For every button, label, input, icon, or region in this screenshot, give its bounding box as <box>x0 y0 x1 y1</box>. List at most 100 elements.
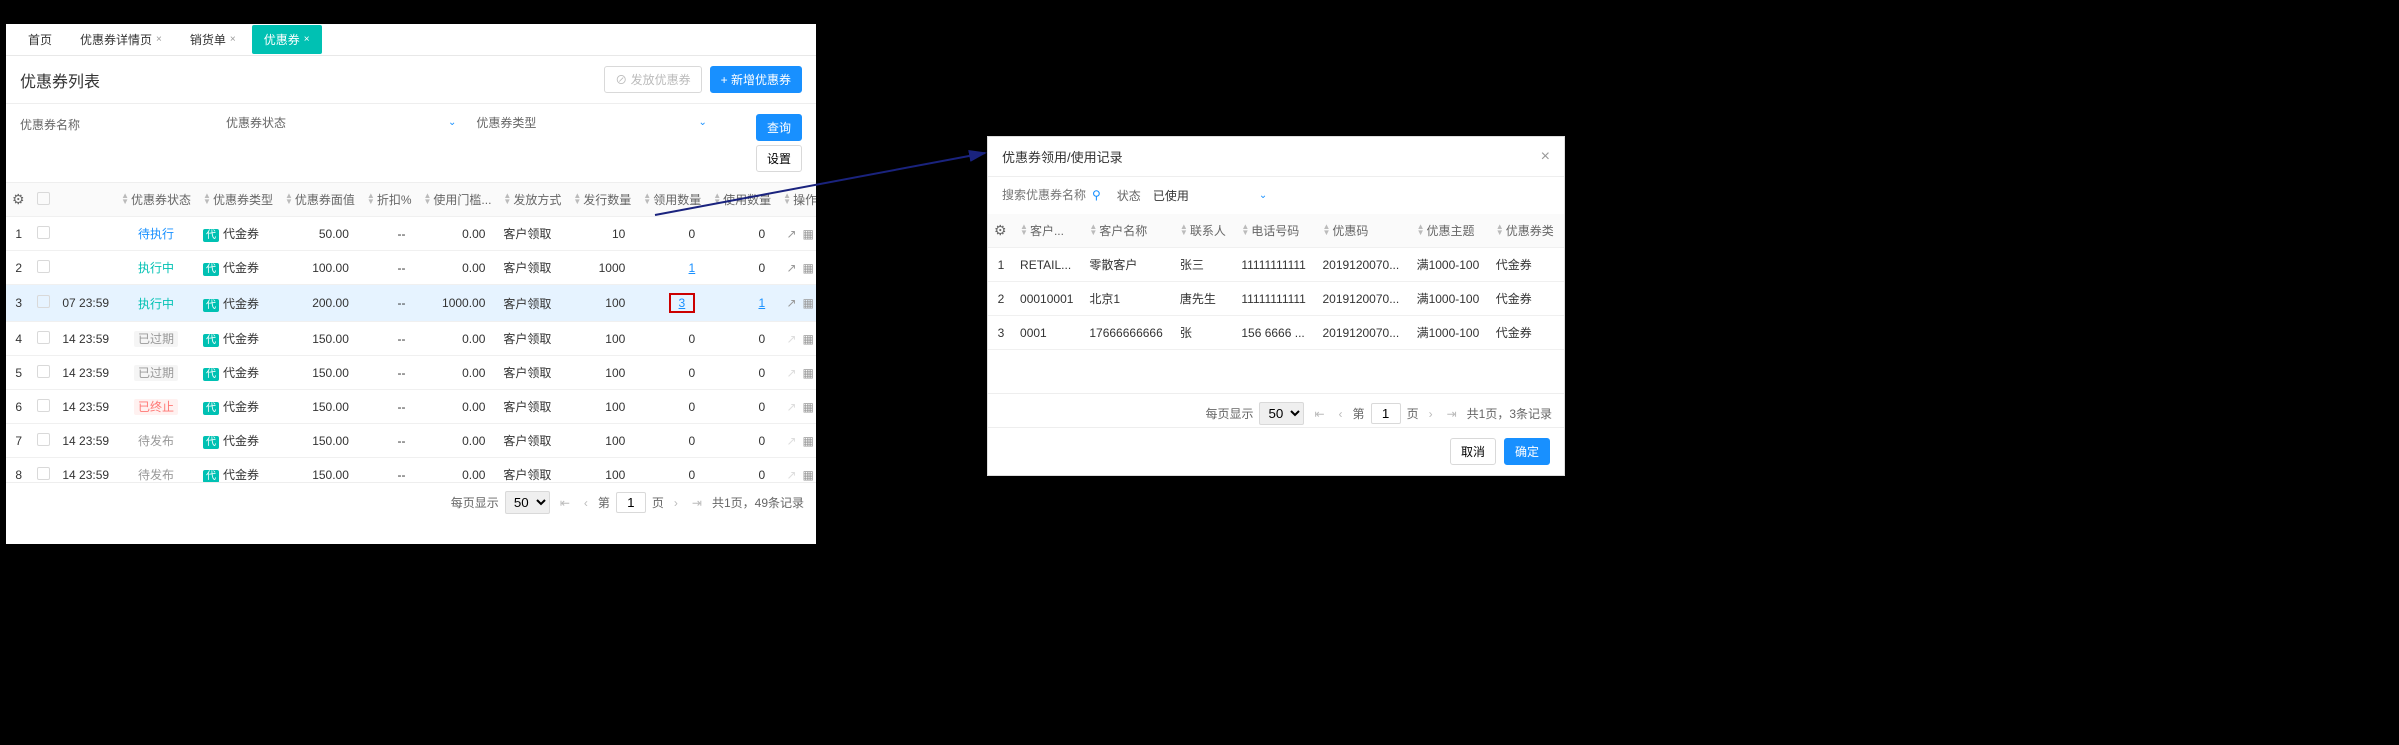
table-row[interactable]: 200010001北京1唐先生111111111112019120070...满… <box>988 282 1564 316</box>
col-header[interactable]: ⚙ <box>6 183 31 217</box>
table-row[interactable]: 714 23:59待发布代代金券150.00--0.00客户领取10000↗▦ <box>6 424 816 458</box>
tab-首页[interactable]: 首页 <box>16 25 64 54</box>
col-header[interactable]: ▲▼客户名称 <box>1083 214 1174 248</box>
table-row[interactable]: 307 23:59执行中代代金券200.00--1000.00客户领取10031… <box>6 285 816 322</box>
last-page-button[interactable]: ⇥ <box>688 496 706 510</box>
sort-icon[interactable]: ▲▼ <box>121 193 129 205</box>
col-header[interactable]: ▲▼优惠券状态 <box>115 183 197 217</box>
share-icon[interactable]: ↗ <box>786 400 796 414</box>
table-row[interactable]: 814 23:59待发布代代金券150.00--0.00客户领取10000↗▦ <box>6 458 816 483</box>
qrcode-icon[interactable]: ▦ <box>803 332 814 346</box>
sort-icon[interactable]: ▲▼ <box>423 193 431 205</box>
confirm-button[interactable]: 确定 <box>1504 438 1550 465</box>
row-checkbox[interactable] <box>37 399 50 412</box>
share-icon[interactable]: ↗ <box>786 434 796 448</box>
table-row[interactable]: 3000117666666666张156 6666 ...2019120070.… <box>988 316 1564 350</box>
col-header[interactable]: ▲▼发放方式 <box>497 183 567 217</box>
qrcode-icon[interactable]: ▦ <box>803 468 814 482</box>
col-header[interactable]: ▲▼折扣% <box>361 183 418 217</box>
sort-icon[interactable]: ▲▼ <box>1496 224 1504 236</box>
search-icon[interactable]: ⚲ <box>1092 188 1101 202</box>
first-page-button[interactable]: ⇤ <box>1310 407 1328 421</box>
sort-icon[interactable]: ▲▼ <box>783 193 791 205</box>
row-checkbox[interactable] <box>37 331 50 344</box>
cancel-button[interactable]: 取消 <box>1450 438 1496 465</box>
tab-优惠券详情页[interactable]: 优惠券详情页× <box>68 25 174 54</box>
sort-icon[interactable]: ▲▼ <box>203 193 211 205</box>
claim-count-link[interactable]: 1 <box>689 261 696 275</box>
col-header[interactable]: ⚙ <box>988 214 1014 248</box>
share-icon[interactable]: ↗ <box>786 227 796 241</box>
query-button[interactable]: 查询 <box>756 114 802 141</box>
row-checkbox[interactable] <box>37 467 50 480</box>
share-icon[interactable]: ↗ <box>786 332 796 346</box>
first-page-button[interactable]: ⇤ <box>556 496 574 510</box>
col-header[interactable]: ▲▼优惠券类型 <box>197 183 279 217</box>
sort-icon[interactable]: ▲▼ <box>503 193 511 205</box>
qrcode-icon[interactable]: ▦ <box>803 261 814 275</box>
filter-status-select[interactable] <box>292 121 442 125</box>
dialog-page-input[interactable] <box>1371 403 1401 424</box>
qrcode-icon[interactable]: ▦ <box>803 227 814 241</box>
col-header[interactable]: ▲▼优惠券类 <box>1490 214 1564 248</box>
qrcode-icon[interactable]: ▦ <box>803 296 814 310</box>
sort-icon[interactable]: ▲▼ <box>367 193 375 205</box>
qrcode-icon[interactable]: ▦ <box>803 366 814 380</box>
col-header[interactable]: ▲▼客户... <box>1014 214 1083 248</box>
col-header[interactable]: ▲▼优惠主题 <box>1411 214 1490 248</box>
next-page-button[interactable]: › <box>670 496 682 510</box>
prev-page-button[interactable]: ‹ <box>1335 407 1347 421</box>
sort-icon[interactable]: ▲▼ <box>1089 224 1097 236</box>
sort-icon[interactable]: ▲▼ <box>1180 224 1188 236</box>
col-header[interactable]: ▲▼联系人 <box>1174 214 1235 248</box>
sort-icon[interactable]: ▲▼ <box>713 193 721 205</box>
row-checkbox[interactable] <box>37 260 50 273</box>
share-icon[interactable]: ↗ <box>786 296 796 310</box>
last-page-button[interactable]: ⇥ <box>1443 407 1461 421</box>
dialog-per-page-select[interactable]: 50 <box>1259 402 1304 425</box>
share-icon[interactable]: ↗ <box>786 468 796 482</box>
page-input[interactable] <box>616 492 646 513</box>
gear-icon[interactable]: ⚙ <box>12 191 25 207</box>
row-checkbox[interactable] <box>37 433 50 446</box>
distribute-coupon-button[interactable]: ⊘ 发放优惠券 <box>604 66 701 93</box>
col-header[interactable]: ▲▼使用数量 <box>707 183 777 217</box>
settings-button[interactable]: 设置 <box>756 145 802 172</box>
col-header[interactable]: ▲▼领用数量 <box>637 183 707 217</box>
table-row[interactable]: 514 23:59已过期代代金券150.00--0.00客户领取10000↗▦ <box>6 356 816 390</box>
use-count-link[interactable]: 1 <box>758 296 765 310</box>
gear-icon[interactable]: ⚙ <box>994 222 1007 238</box>
share-icon[interactable]: ↗ <box>786 366 796 380</box>
filter-name-input[interactable] <box>86 114 206 134</box>
select-all-checkbox[interactable] <box>37 192 50 205</box>
col-header[interactable]: ▲▼发行数量 <box>567 183 637 217</box>
prev-page-button[interactable]: ‹ <box>580 496 592 510</box>
close-icon[interactable]: × <box>156 34 162 45</box>
qrcode-icon[interactable]: ▦ <box>803 434 814 448</box>
col-header[interactable]: ▲▼电话号码 <box>1235 214 1316 248</box>
table-row[interactable]: 1待执行代代金券50.00--0.00客户领取1000↗▦ <box>6 217 816 251</box>
col-header[interactable] <box>56 183 115 217</box>
sort-icon[interactable]: ▲▼ <box>573 193 581 205</box>
share-icon[interactable]: ↗ <box>786 261 796 275</box>
dialog-search-input[interactable] <box>1002 188 1092 202</box>
close-icon[interactable]: × <box>304 34 310 45</box>
col-header[interactable]: ▲▼优惠券面值 <box>279 183 361 217</box>
next-page-button[interactable]: › <box>1425 407 1437 421</box>
table-row[interactable]: 614 23:59已终止代代金券150.00--0.00客户领取10000↗▦ <box>6 390 816 424</box>
col-header[interactable]: ▲▼操作 <box>777 183 816 217</box>
row-checkbox[interactable] <box>37 226 50 239</box>
sort-icon[interactable]: ▲▼ <box>285 193 293 205</box>
table-row[interactable]: 1RETAIL...零散客户张三111111111112019120070...… <box>988 248 1564 282</box>
coupon-table-wrap[interactable]: ⚙▲▼优惠券状态▲▼优惠券类型▲▼优惠券面值▲▼折扣%▲▼使用门槛...▲▼发放… <box>6 182 816 482</box>
close-icon[interactable]: × <box>1541 148 1550 166</box>
table-row[interactable]: 2执行中代代金券100.00--0.00客户领取100010↗▦ <box>6 251 816 285</box>
row-checkbox[interactable] <box>37 295 50 308</box>
sort-icon[interactable]: ▲▼ <box>1020 224 1028 236</box>
tab-优惠券[interactable]: 优惠券× <box>252 25 322 54</box>
sort-icon[interactable]: ▲▼ <box>1241 224 1249 236</box>
add-coupon-button[interactable]: + 新增优惠券 <box>710 66 802 93</box>
dialog-table-wrap[interactable]: ⚙▲▼客户...▲▼客户名称▲▼联系人▲▼电话号码▲▼优惠码▲▼优惠主题▲▼优惠… <box>988 214 1564 350</box>
close-icon[interactable]: × <box>230 34 236 45</box>
sort-icon[interactable]: ▲▼ <box>1417 224 1425 236</box>
